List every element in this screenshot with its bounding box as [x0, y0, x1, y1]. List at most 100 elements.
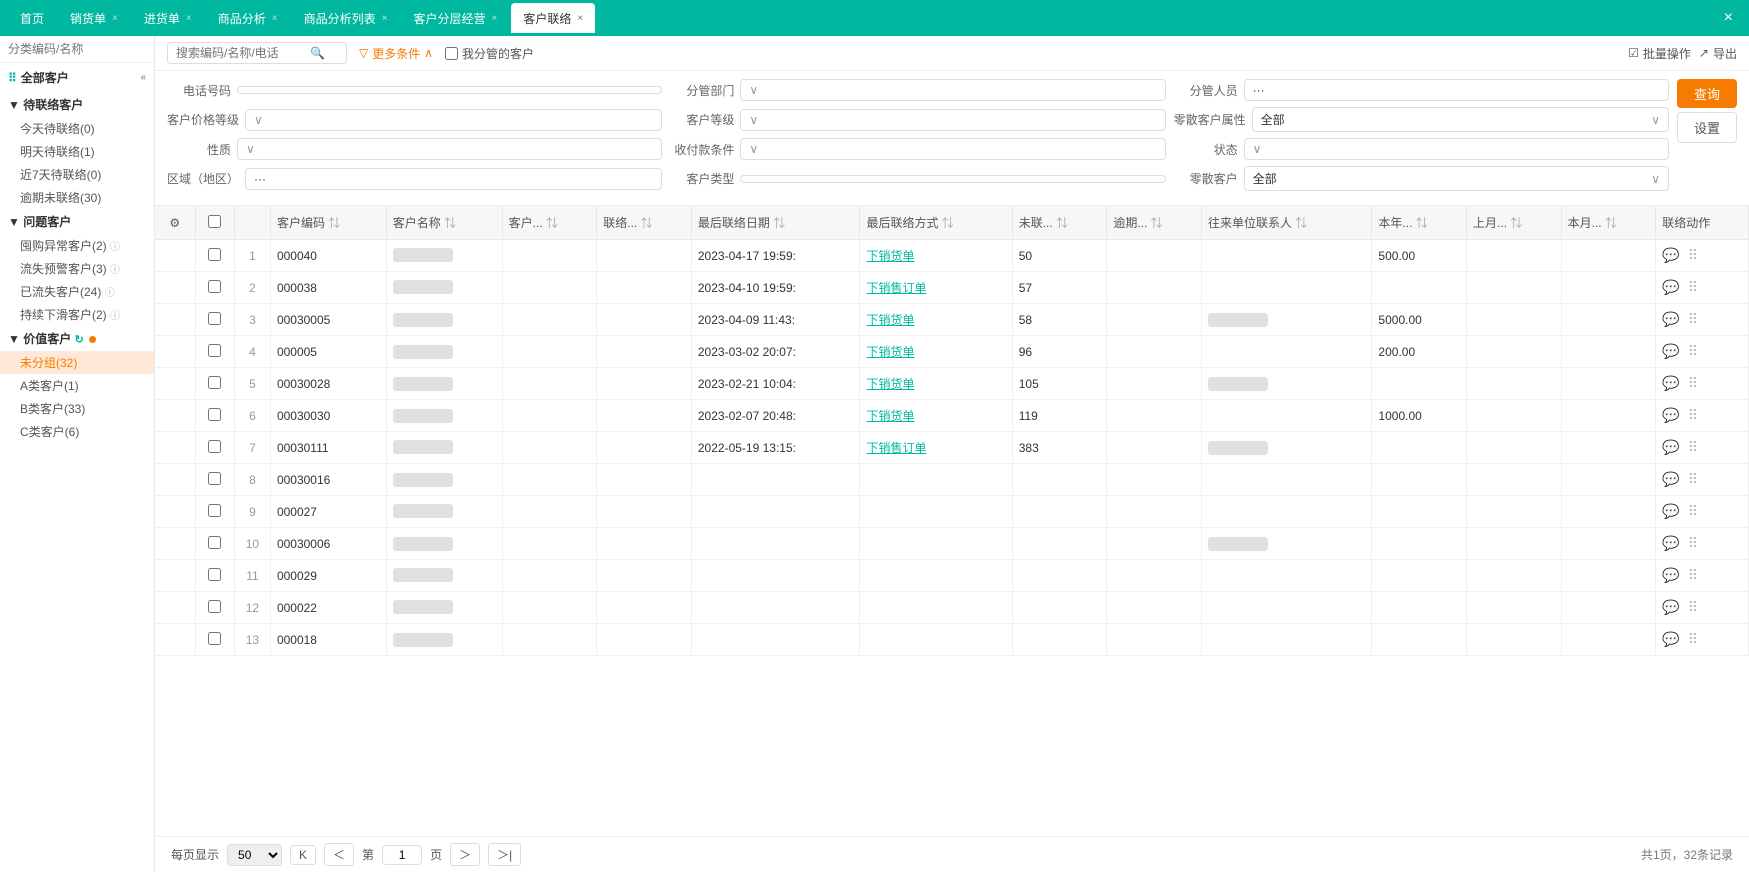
close-icon[interactable]: ×: [577, 13, 583, 24]
grid-icon[interactable]: ⠿: [1688, 503, 1698, 520]
message-icon[interactable]: 💬: [1662, 503, 1679, 520]
next-page-button[interactable]: ＞: [450, 843, 480, 866]
retail-customer-select[interactable]: 全部∨: [1244, 166, 1669, 191]
grid-icon[interactable]: ⠿: [1688, 471, 1698, 488]
row-checkbox[interactable]: [208, 600, 221, 613]
message-icon[interactable]: 💬: [1662, 471, 1679, 488]
grid-icon[interactable]: ⠿: [1688, 599, 1698, 616]
message-icon[interactable]: 💬: [1662, 279, 1679, 296]
checkbox-cell[interactable]: [195, 528, 234, 560]
customer-type-select[interactable]: [740, 175, 1165, 183]
problem-section-header[interactable]: ▼ 问题客户: [0, 209, 154, 234]
sidebar-item-today[interactable]: 今天待联络(0): [0, 117, 154, 140]
checkbox-cell[interactable]: [195, 368, 234, 400]
grid-icon[interactable]: ⠿: [1688, 247, 1698, 264]
last-contact-method[interactable]: 下销货单: [860, 336, 1012, 368]
checkbox-cell[interactable]: [195, 336, 234, 368]
tab-goods-list[interactable]: 商品分析列表 ×: [292, 3, 400, 33]
status-select[interactable]: ∨: [1244, 138, 1669, 160]
value-section-header[interactable]: ▼ 价值客户 ↻: [0, 326, 154, 351]
grid-icon[interactable]: ⠿: [1688, 375, 1698, 392]
row-checkbox[interactable]: [208, 504, 221, 517]
my-customers-checkbox[interactable]: 我分管的客户: [445, 45, 534, 62]
prev-page-button[interactable]: ＜: [324, 843, 354, 866]
last-contact-method[interactable]: 下销货单: [860, 304, 1012, 336]
close-icon[interactable]: ×: [491, 13, 497, 24]
sidebar-item-churn-warning[interactable]: 流失预警客户(3) ⓘ: [0, 257, 154, 280]
message-icon[interactable]: 💬: [1662, 439, 1679, 456]
message-icon[interactable]: 💬: [1662, 247, 1679, 264]
last-contact-method[interactable]: 下销货单: [860, 240, 1012, 272]
retail-attr-select[interactable]: 全部∨: [1252, 107, 1669, 132]
person-select[interactable]: ···: [1244, 79, 1669, 101]
row-checkbox[interactable]: [208, 248, 221, 261]
close-icon[interactable]: ×: [186, 13, 192, 24]
row-checkbox[interactable]: [208, 472, 221, 485]
checkbox-cell[interactable]: [195, 560, 234, 592]
checkbox-cell[interactable]: [195, 496, 234, 528]
close-icon[interactable]: ×: [272, 13, 278, 24]
last-month-header[interactable]: 上月... ⇅: [1467, 206, 1562, 240]
row-checkbox[interactable]: [208, 536, 221, 549]
last-page-button[interactable]: ＞|: [488, 843, 521, 866]
checkbox-cell[interactable]: [195, 304, 234, 336]
more-conditions-button[interactable]: ▽ 更多条件 ∧: [359, 45, 433, 62]
tab-customer-tier[interactable]: 客户分层经营 ×: [401, 3, 509, 33]
no-contact-header[interactable]: 未联... ⇅: [1012, 206, 1107, 240]
row-checkbox[interactable]: [208, 440, 221, 453]
region-select[interactable]: ···: [245, 168, 662, 190]
price-level-select[interactable]: ∨: [245, 109, 662, 131]
grid-icon[interactable]: ⠿: [1688, 343, 1698, 360]
row-checkbox[interactable]: [208, 408, 221, 421]
sidebar-item-7days[interactable]: 近7天待联络(0): [0, 163, 154, 186]
tab-home[interactable]: 首页: [8, 3, 56, 33]
unit-contact-header[interactable]: 往来单位联系人 ⇅: [1201, 206, 1371, 240]
pending-section-header[interactable]: ▼ 待联络客户: [0, 92, 154, 117]
tab-purchase[interactable]: 进货单 ×: [132, 3, 204, 33]
close-all-button[interactable]: ×: [1716, 9, 1741, 27]
checkbox-cell[interactable]: [195, 240, 234, 272]
tab-sales[interactable]: 销货单 ×: [58, 3, 130, 33]
message-icon[interactable]: 💬: [1662, 567, 1679, 584]
overdue-header[interactable]: 逾期... ⇅: [1107, 206, 1202, 240]
first-page-button[interactable]: K: [290, 845, 316, 865]
row-checkbox[interactable]: [208, 280, 221, 293]
type-header[interactable]: 客户... ⇅: [502, 206, 597, 240]
grid-icon[interactable]: ⠿: [1688, 407, 1698, 424]
batch-operate-button[interactable]: ☑ 批量操作: [1628, 45, 1691, 62]
message-icon[interactable]: 💬: [1662, 535, 1679, 552]
message-icon[interactable]: 💬: [1662, 343, 1679, 360]
row-checkbox[interactable]: [208, 344, 221, 357]
checkbox-cell[interactable]: [195, 464, 234, 496]
grid-icon[interactable]: ⠿: [1688, 631, 1698, 648]
sidebar-item-class-c[interactable]: C类客户(6): [0, 420, 154, 443]
grid-icon[interactable]: ⠿: [1688, 535, 1698, 552]
checkbox-cell[interactable]: [195, 624, 234, 656]
page-number-input[interactable]: [382, 845, 422, 865]
last-contact-method[interactable]: 下销货单: [860, 400, 1012, 432]
export-button[interactable]: ↗ 导出: [1699, 45, 1737, 62]
sidebar-item-class-a[interactable]: A类客户(1): [0, 374, 154, 397]
sidebar-item-declining[interactable]: 持续下滑客户(2) ⓘ: [0, 303, 154, 326]
grid-icon[interactable]: ⠿: [1688, 439, 1698, 456]
dept-select[interactable]: ∨: [740, 79, 1165, 101]
message-icon[interactable]: 💬: [1662, 631, 1679, 648]
sidebar-item-tomorrow[interactable]: 明天待联络(1): [0, 140, 154, 163]
last-contact-method-header[interactable]: 最后联络方式 ⇅: [860, 206, 1012, 240]
category-search-input[interactable]: [8, 42, 155, 56]
search-input[interactable]: [176, 46, 306, 60]
last-contact-method[interactable]: 下销售订单: [860, 272, 1012, 304]
settings-column-header[interactable]: ⚙: [155, 206, 195, 240]
last-contact-date-header[interactable]: 最后联络日期 ⇅: [691, 206, 860, 240]
message-icon[interactable]: 💬: [1662, 311, 1679, 328]
last-contact-method[interactable]: 下销售订单: [860, 432, 1012, 464]
sidebar-item-overdue[interactable]: 逾期未联络(30): [0, 186, 154, 209]
sidebar-item-class-b[interactable]: B类客户(33): [0, 397, 154, 420]
row-checkbox[interactable]: [208, 312, 221, 325]
message-icon[interactable]: 💬: [1662, 407, 1679, 424]
grid-icon[interactable]: ⠿: [1688, 311, 1698, 328]
message-icon[interactable]: 💬: [1662, 599, 1679, 616]
refresh-icon[interactable]: ↻: [75, 334, 84, 346]
query-button[interactable]: 查询: [1677, 79, 1737, 108]
this-month-header[interactable]: 本月... ⇅: [1561, 206, 1656, 240]
